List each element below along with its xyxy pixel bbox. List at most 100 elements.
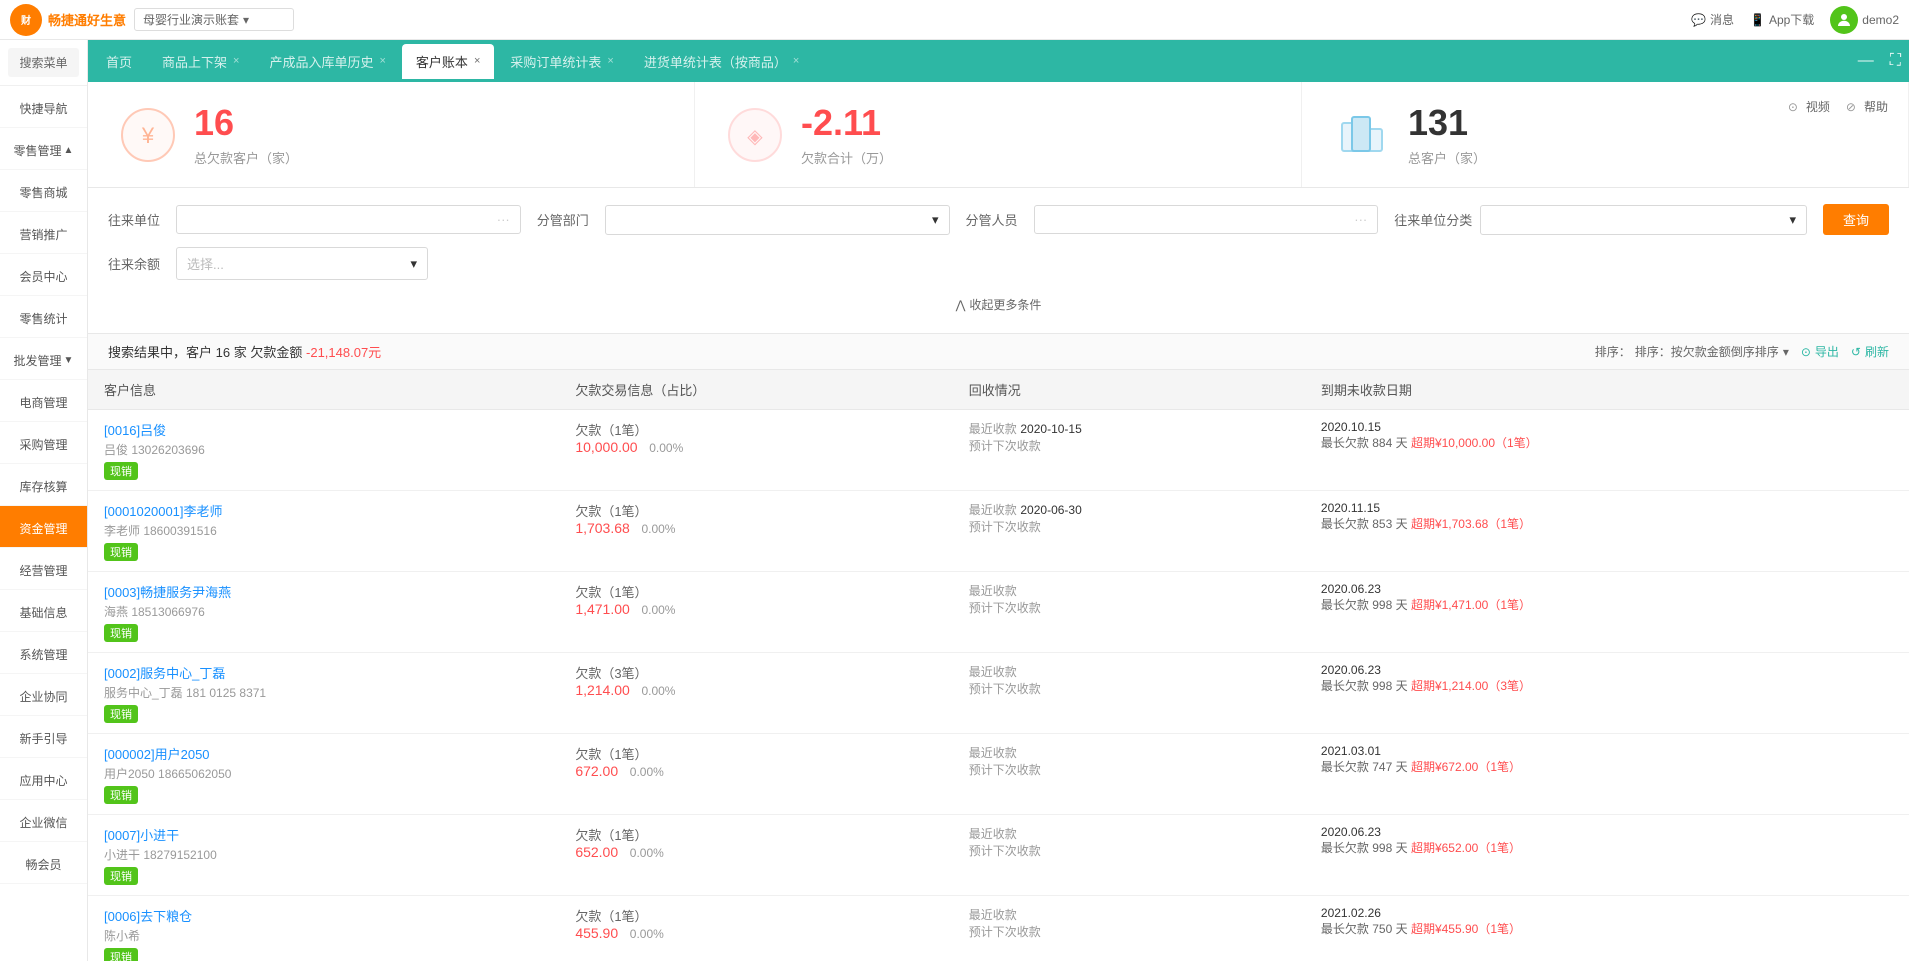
sidebar-item-inventory[interactable]: 库存核算 xyxy=(0,464,87,506)
message-action[interactable]: 💬 消息 xyxy=(1691,11,1734,28)
tab-purchase-stats[interactable]: 采购订单统计表 × xyxy=(496,44,627,79)
system-label: 系统管理 xyxy=(6,646,81,663)
search-button[interactable]: 查询 xyxy=(1823,204,1889,235)
debt-count-3: 欠款（3笔） xyxy=(575,663,936,682)
overdue-amount-0[interactable]: 超期¥10,000.00（1笔） xyxy=(1411,436,1538,450)
debt-amount-3[interactable]: 1,214.00 xyxy=(575,682,630,698)
tab-purchase-product-stats[interactable]: 进货单统计表（按商品） × xyxy=(630,44,813,79)
view-label[interactable]: 视频 xyxy=(1806,98,1830,115)
customer-contact-1: 李老师 18600391516 xyxy=(104,522,543,539)
debt-amount-6[interactable]: 455.90 xyxy=(575,925,618,941)
customer-name-1[interactable]: [0001020001]李老师 xyxy=(104,501,543,520)
due-date-3: 2020.06.23 xyxy=(1321,663,1893,677)
overdue-amount-1[interactable]: 超期¥1,703.68（1笔） xyxy=(1411,517,1531,531)
overdue-info-0: 最长欠款 884 天 超期¥10,000.00（1笔） xyxy=(1321,434,1893,451)
sidebar-item-retail-mgmt[interactable]: 零售管理▲ xyxy=(0,128,87,170)
collection-info-6: 最近收款 xyxy=(969,906,1289,923)
last-collect-label-4: 最近收款 xyxy=(969,746,1017,760)
sidebar-item-enterprise[interactable]: 企业协同 xyxy=(0,674,87,716)
sidebar-item-vip[interactable]: 畅会员 xyxy=(0,842,87,884)
tab-home[interactable]: 首页 xyxy=(92,44,146,79)
svg-text:¥: ¥ xyxy=(141,123,155,148)
dept-select[interactable]: ▾ xyxy=(605,205,950,235)
tab-purchase-product-stats-close[interactable]: × xyxy=(793,55,799,67)
user-menu[interactable]: demo2 xyxy=(1830,6,1899,34)
customer-tag-2: 现销 xyxy=(104,624,138,642)
tab-customer-account-close[interactable]: × xyxy=(474,55,480,67)
customer-name-2[interactable]: [0003]畅捷服务尹海燕 xyxy=(104,582,543,601)
dept-label: 分管部门 xyxy=(537,210,597,229)
overdue-amount-5[interactable]: 超期¥652.00（1笔） xyxy=(1411,841,1521,855)
debt-amount-1[interactable]: 1,703.68 xyxy=(575,520,630,536)
debt-amount-5[interactable]: 652.00 xyxy=(575,844,618,860)
source-unit-input[interactable]: ··· xyxy=(176,205,521,234)
table-row: [0003]畅捷服务尹海燕 海燕 18513066976 现销 欠款（1笔） 1… xyxy=(88,572,1909,653)
person-input[interactable]: ··· xyxy=(1034,205,1379,234)
tab-customer-account[interactable]: 客户账本 × xyxy=(402,44,494,79)
refresh-button[interactable]: ↺ 刷新 xyxy=(1851,343,1889,360)
cell-due-3: 2020.06.23 最长欠款 998 天 超期¥1,214.00（3笔） xyxy=(1305,653,1909,734)
customer-name-5[interactable]: [0007]小进干 xyxy=(104,825,543,844)
sidebar-item-guide[interactable]: 新手引导 xyxy=(0,716,87,758)
sidebar-item-wechat[interactable]: 企业微信 xyxy=(0,800,87,842)
cell-collection-2: 最近收款 预计下次收款 xyxy=(953,572,1305,653)
tab-product-history[interactable]: 产成品入库单历史 × xyxy=(255,44,399,79)
tab-product-history-close[interactable]: × xyxy=(379,55,385,67)
cell-collection-4: 最近收款 预计下次收款 xyxy=(953,734,1305,815)
customer-name-0[interactable]: [0016]吕俊 xyxy=(104,420,543,439)
unit-category-select[interactable]: ▾ xyxy=(1480,205,1807,235)
maximize-icon[interactable]: ⛶ xyxy=(1886,48,1905,74)
stat-debt-total-content: -2.11 欠款合计（万） xyxy=(801,102,1271,167)
sidebar-item-batch-mgmt[interactable]: 批发管理▼ xyxy=(0,338,87,380)
export-button[interactable]: ⊙ 导出 xyxy=(1801,343,1839,360)
sidebar-item-basic-info[interactable]: 基础信息 xyxy=(0,590,87,632)
cell-debt-0: 欠款（1笔） 10,000.00 0.00% xyxy=(559,410,952,491)
next-collect-4: 预计下次收款 xyxy=(969,761,1289,778)
debt-amount-4[interactable]: 672.00 xyxy=(575,763,618,779)
sidebar-item-ecommerce[interactable]: 电商管理 xyxy=(0,380,87,422)
sidebar-item-member[interactable]: 会员中心 xyxy=(0,254,87,296)
overdue-amount-4[interactable]: 超期¥672.00（1笔） xyxy=(1411,760,1521,774)
sidebar-item-purchase[interactable]: 采购管理 xyxy=(0,422,87,464)
sidebar-item-quick-nav[interactable]: 快捷导航 xyxy=(0,86,87,128)
next-collect-label-4: 预计下次收款 xyxy=(969,763,1041,777)
overdue-amount-3[interactable]: 超期¥1,214.00（3笔） xyxy=(1411,679,1531,693)
logo: 财 畅捷通好生意 xyxy=(10,4,126,36)
tab-product-offline-close[interactable]: × xyxy=(233,55,239,67)
overdue-days-3: 最长欠款 998 天 xyxy=(1321,679,1411,693)
debt-amount-2[interactable]: 1,471.00 xyxy=(575,601,630,617)
collapse-button[interactable]: ⋀ 收起更多条件 xyxy=(108,292,1889,317)
search-menu-button[interactable]: 搜索菜单 xyxy=(8,48,79,77)
debt-customers-icon: ¥ xyxy=(118,105,178,165)
refresh-icon: ↺ xyxy=(1851,345,1861,359)
tab-product-offline[interactable]: 商品上下架 × xyxy=(148,44,253,79)
customer-name-6[interactable]: [0006]去下粮仓 xyxy=(104,906,543,925)
result-actions: 排序： 排序：按欠款金额倒序排序 ▾ ⊙ 导出 ↺ 刷新 xyxy=(1595,343,1889,360)
app-download-action[interactable]: 📱 App下载 xyxy=(1750,11,1814,28)
table-row: [0006]去下粮仓 陈小希 现销 欠款（1笔） 455.90 0.00% 最近… xyxy=(88,896,1909,961)
sidebar-item-retail-stats[interactable]: 零售统计 xyxy=(0,296,87,338)
customer-name-4[interactable]: [000002]用户2050 xyxy=(104,744,543,763)
overdue-amount-6[interactable]: 超期¥455.90（1笔） xyxy=(1411,922,1521,936)
tab-purchase-stats-close[interactable]: × xyxy=(607,55,613,67)
store-selector[interactable]: 母婴行业演示账套 ▾ xyxy=(134,8,294,31)
inventory-label: 库存核算 xyxy=(6,478,81,495)
sidebar-item-system[interactable]: 系统管理 xyxy=(0,632,87,674)
overdue-amount-2[interactable]: 超期¥1,471.00（1笔） xyxy=(1411,598,1531,612)
help-label[interactable]: 帮助 xyxy=(1864,98,1888,115)
sort-selector[interactable]: 排序： 排序：按欠款金额倒序排序 ▾ xyxy=(1595,343,1789,360)
sidebar-item-finance[interactable]: 资金管理 xyxy=(0,506,87,548)
debt-amount-0[interactable]: 10,000.00 xyxy=(575,439,637,455)
cell-due-6: 2021.02.26 最长欠款 750 天 超期¥455.90（1笔） xyxy=(1305,896,1909,961)
sidebar-item-operations[interactable]: 经营管理 xyxy=(0,548,87,590)
balance-select[interactable]: 选择... ▾ xyxy=(176,247,428,280)
minimize-icon[interactable]: — xyxy=(1854,48,1878,74)
sidebar-item-retail-store[interactable]: 零售商城 xyxy=(0,170,87,212)
customer-name-3[interactable]: [0002]服务中心_丁磊 xyxy=(104,663,543,682)
balance-label: 往来余额 xyxy=(108,254,168,273)
sidebar-item-marketing[interactable]: 营销推广 xyxy=(0,212,87,254)
cell-customer-4: [000002]用户2050 用户2050 18665062050 现销 xyxy=(88,734,559,815)
sidebar-item-app-center[interactable]: 应用中心 xyxy=(0,758,87,800)
filter-row-2: 往来余额 选择... ▾ xyxy=(108,247,1889,280)
content-area: 首页 商品上下架 × 产成品入库单历史 × 客户账本 × 采购订单统计表 × xyxy=(88,40,1909,961)
